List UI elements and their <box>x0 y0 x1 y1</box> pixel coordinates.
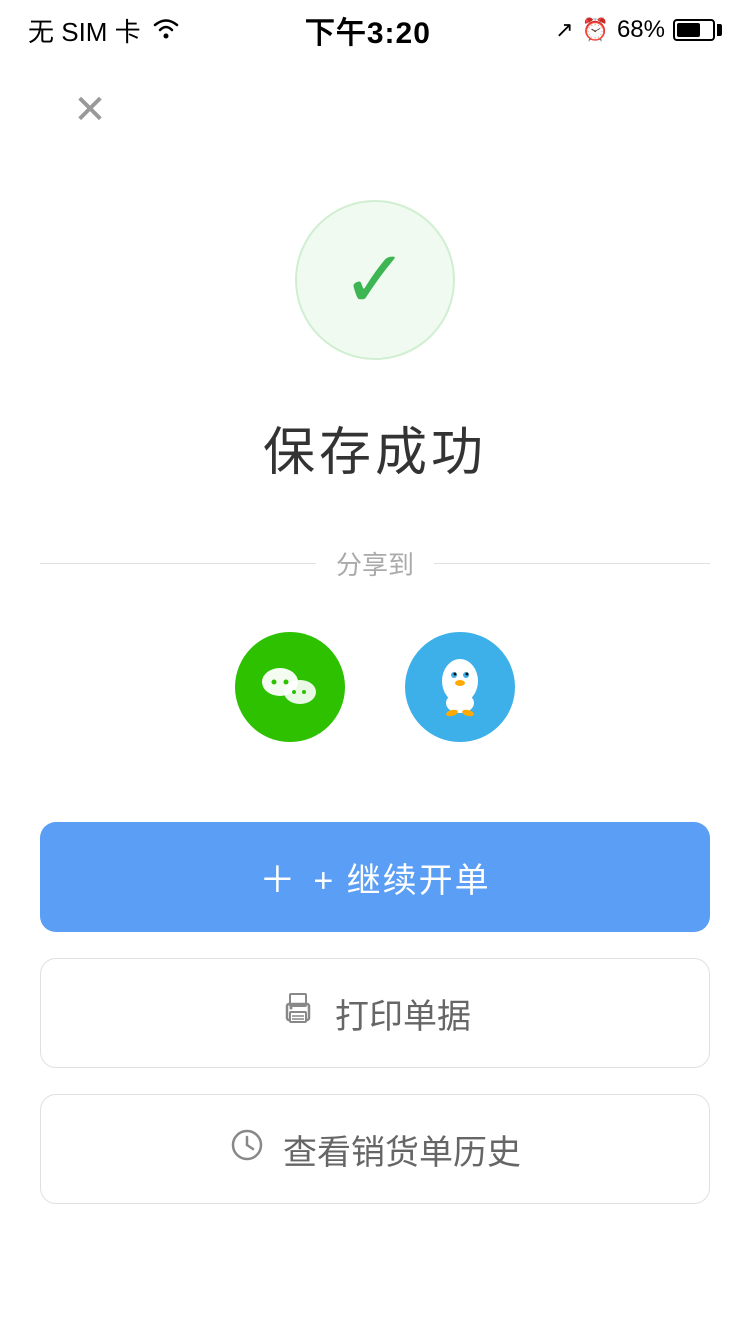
share-row <box>40 632 710 742</box>
battery-text: 68% <box>617 16 665 44</box>
clock-icon <box>229 1127 265 1172</box>
status-time: 下午3:20 <box>305 8 431 52</box>
alarm-icon: ⏰ <box>582 17 609 43</box>
print-button[interactable]: 打印单据 <box>40 958 710 1068</box>
status-right: ↗ ⏰ 68% <box>555 16 722 44</box>
printer-icon <box>279 990 317 1037</box>
close-icon: ✕ <box>73 90 107 130</box>
share-divider: 分享到 <box>40 545 710 582</box>
history-button[interactable]: 查看销货单历史 <box>40 1094 710 1204</box>
continue-button[interactable]: ＋ + 继续开单 <box>40 822 710 932</box>
battery-icon <box>673 19 722 41</box>
checkmark-icon: ✓ <box>341 240 408 320</box>
divider-line-right <box>434 563 710 564</box>
share-wechat-button[interactable] <box>235 632 345 742</box>
action-buttons: ＋ + 继续开单 打印单据 <box>40 822 710 1204</box>
print-label: 打印单据 <box>335 989 471 1038</box>
share-qq-button[interactable] <box>405 632 515 742</box>
success-title: 保存成功 <box>263 410 487 485</box>
continue-label: + 继续开单 <box>313 853 490 902</box>
status-bar: 无 SIM 卡 下午3:20 ↗ ⏰ 68% <box>0 0 750 60</box>
no-sim-text: 无 SIM 卡 <box>28 12 141 49</box>
divider-line-left <box>40 563 316 564</box>
plus-icon: ＋ <box>259 851 295 903</box>
main-content: ✕ ✓ 保存成功 分享到 <box>0 60 750 1334</box>
close-button[interactable]: ✕ <box>60 80 120 140</box>
status-left: 无 SIM 卡 <box>28 12 181 49</box>
share-label: 分享到 <box>336 545 414 582</box>
success-icon-circle: ✓ <box>295 200 455 360</box>
wifi-icon <box>151 15 181 46</box>
location-icon: ↗ <box>555 17 573 43</box>
history-label: 查看销货单历史 <box>283 1125 521 1174</box>
